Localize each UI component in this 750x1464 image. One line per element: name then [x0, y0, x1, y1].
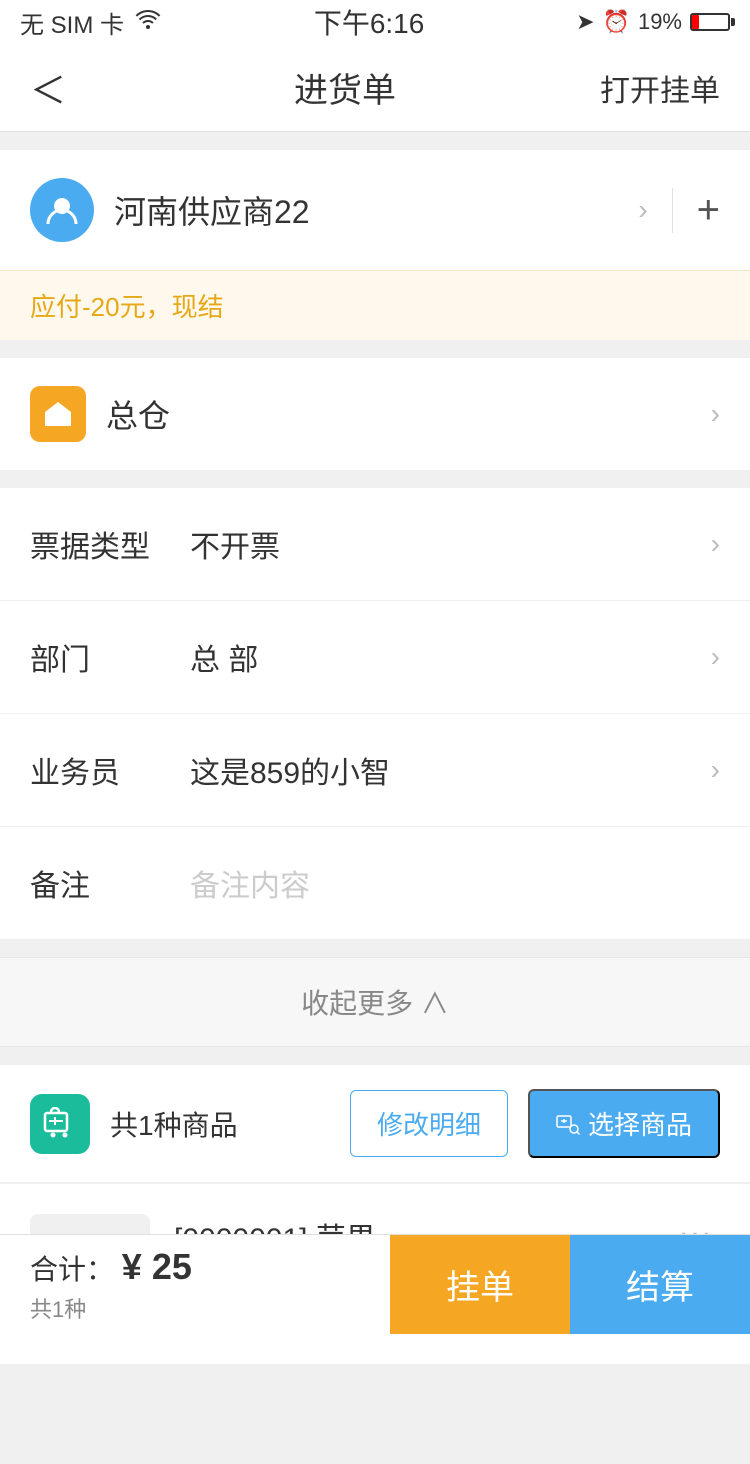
select-product-label: 选择商品 [588, 1105, 692, 1142]
product-cart-icon [30, 1094, 90, 1154]
product-header: 共1种商品 修改明细 选择商品 [0, 1065, 750, 1182]
warehouse-icon [30, 386, 86, 442]
battery-icon [690, 13, 730, 31]
department-row[interactable]: 部门 总 部 › [0, 601, 750, 714]
product-count-label: 共1种商品 [110, 1104, 330, 1144]
department-chevron-icon: › [711, 641, 720, 673]
supplier-section: 河南供应商22 › + 应付-20元，现结 [0, 150, 750, 340]
total-label: 合计： [30, 1254, 114, 1285]
supplier-row[interactable]: 河南供应商22 › + [0, 150, 750, 270]
status-bar: 无 SIM 卡 下午6:16 ➤ ⏰ 19% [0, 0, 750, 44]
hang-button[interactable]: 挂单 [390, 1235, 570, 1334]
wifi-icon [134, 8, 162, 36]
remark-row[interactable]: 备注 备注内容 [0, 827, 750, 939]
warehouse-section[interactable]: 总仓 › [0, 358, 750, 470]
nav-bar: ＜ 进货单 打开挂单 [0, 44, 750, 132]
warehouse-name: 总仓 [106, 391, 711, 437]
supplier-chevron-icon: › [638, 194, 647, 226]
invoice-label: 票据类型 [30, 522, 170, 566]
invoice-type-row[interactable]: 票据类型 不开票 › [0, 488, 750, 601]
alarm-icon: ⏰ [603, 9, 630, 35]
supplier-avatar [30, 178, 94, 242]
total-amount: ¥ 25 [122, 1246, 192, 1287]
invoice-chevron-icon: › [711, 528, 720, 560]
invoice-value: 不开票 [170, 522, 711, 566]
bottom-bar: 合计： ¥ 25 共1种 挂单 结算 [0, 1234, 750, 1334]
carrier-text: 无 SIM 卡 [20, 5, 124, 40]
status-time: 下午6:16 [314, 2, 425, 42]
remark-placeholder: 备注内容 [170, 861, 720, 905]
page-title: 进货单 [294, 63, 396, 112]
total-row: 合计： ¥ 25 [30, 1246, 360, 1288]
select-product-icon [556, 1112, 580, 1136]
department-label: 部门 [30, 635, 170, 679]
staff-value: 这是859的小智 [170, 748, 711, 792]
form-section: 票据类型 不开票 › 部门 总 部 › 业务员 这是859的小智 › 备注 备注… [0, 488, 750, 939]
supplier-name: 河南供应商22 [114, 187, 638, 233]
department-value: 总 部 [170, 635, 711, 679]
select-product-button[interactable]: 选择商品 [528, 1089, 720, 1158]
back-button[interactable]: ＜ [30, 62, 90, 114]
battery-percent: 19% [638, 9, 682, 35]
staff-chevron-icon: › [711, 754, 720, 786]
add-supplier-button[interactable]: + [672, 188, 720, 233]
collapse-bar[interactable]: 收起更多 ∧ [0, 957, 750, 1047]
status-icons: ➤ ⏰ 19% [576, 9, 730, 35]
total-count: 共1种 [30, 1292, 360, 1324]
status-carrier: 无 SIM 卡 [20, 5, 162, 40]
remark-label: 备注 [30, 861, 170, 905]
supplier-notice: 应付-20元，现结 [0, 270, 750, 340]
warehouse-chevron-icon: › [711, 398, 720, 430]
total-section: 合计： ¥ 25 共1种 [0, 1246, 390, 1324]
staff-row[interactable]: 业务员 这是859的小智 › [0, 714, 750, 827]
staff-label: 业务员 [30, 748, 170, 792]
warehouse-row[interactable]: 总仓 › [0, 358, 750, 470]
open-hang-button[interactable]: 打开挂单 [600, 66, 720, 110]
location-icon: ➤ [576, 9, 594, 35]
checkout-button[interactable]: 结算 [570, 1235, 750, 1334]
edit-detail-button[interactable]: 修改明细 [350, 1090, 508, 1157]
